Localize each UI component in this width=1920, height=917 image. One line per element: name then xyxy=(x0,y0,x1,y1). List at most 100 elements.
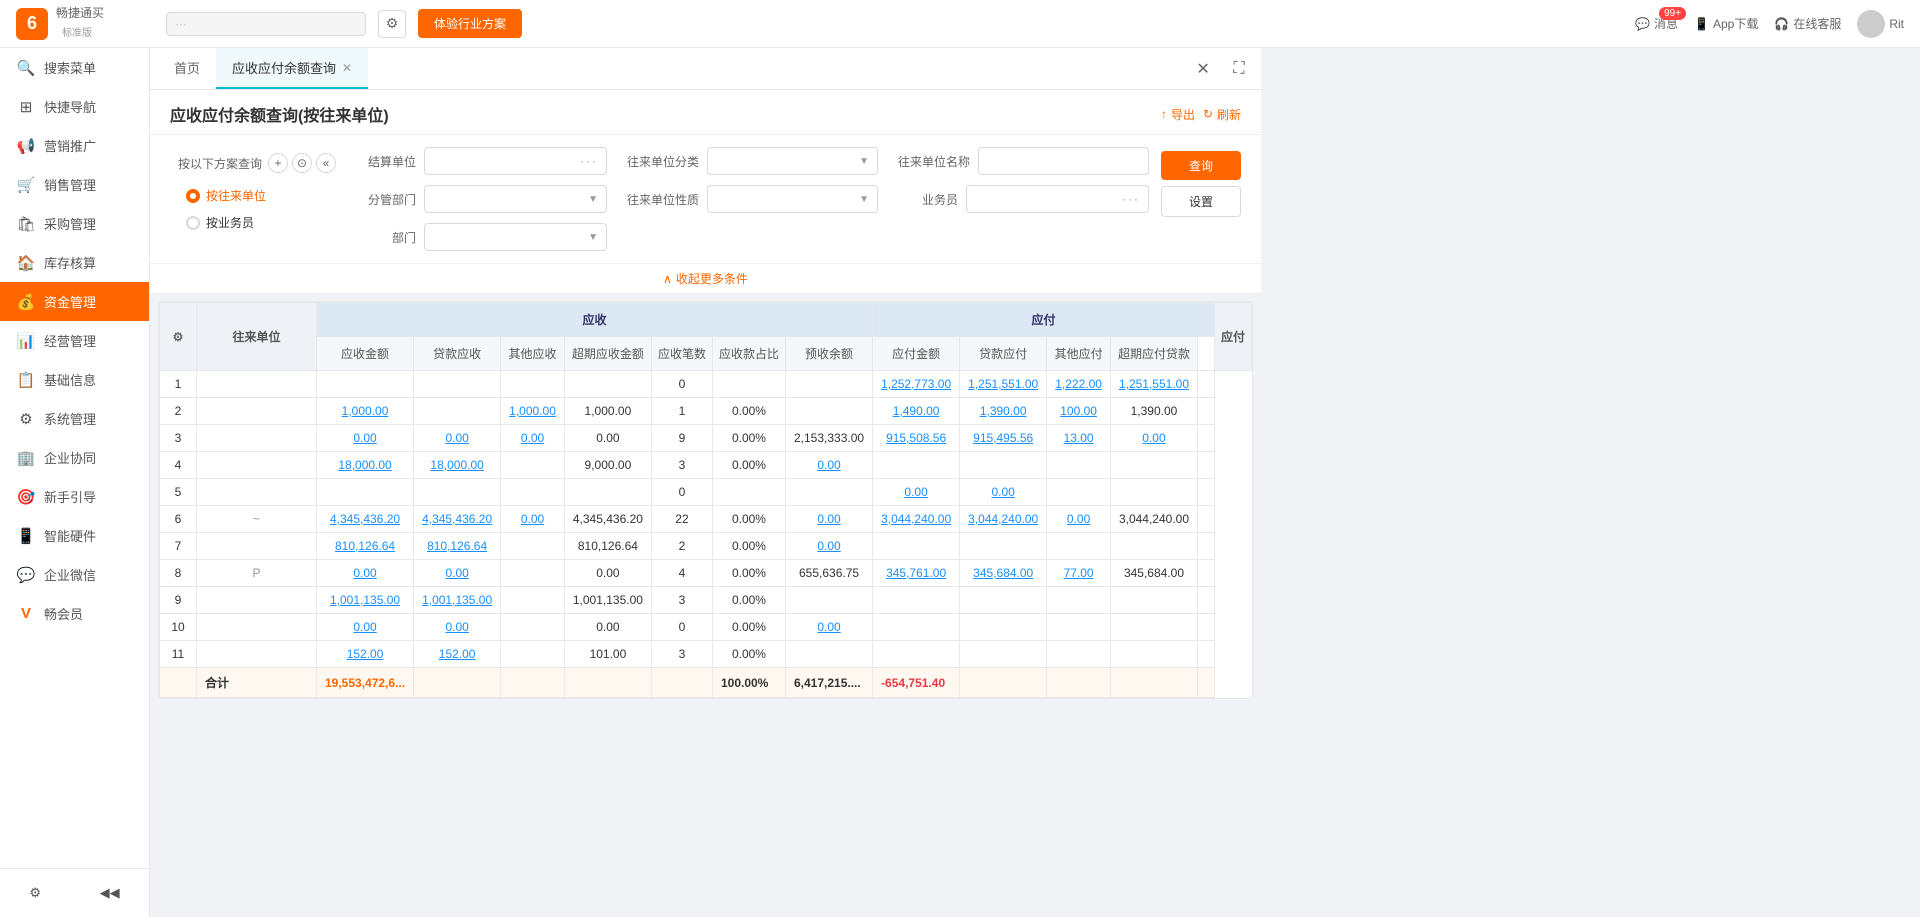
filter-option-by-unit[interactable]: 按往来单位 xyxy=(178,183,344,208)
ap-other[interactable]: 1,222.00 xyxy=(1047,371,1111,398)
add-filter-btn[interactable]: + xyxy=(268,153,288,173)
ar-loan[interactable]: 0.00 xyxy=(414,560,501,587)
ap-overdue[interactable]: 0.00 xyxy=(1110,425,1197,452)
ap-other[interactable]: 13.00 xyxy=(1047,425,1111,452)
ar-ratio: 0.00% xyxy=(712,452,785,479)
sidebar-item-quick-nav[interactable]: ⊞ 快捷导航 xyxy=(0,87,149,126)
ap-other[interactable]: 0.00 xyxy=(1047,506,1111,533)
sidebar-bottom-settings[interactable]: ⚙ xyxy=(13,877,57,909)
ar-amount[interactable]: 0.00 xyxy=(317,425,414,452)
expand-filter-btn[interactable]: « xyxy=(316,153,336,173)
sidebar-item-marketing[interactable]: 📢 营销推广 xyxy=(0,126,149,165)
tab-home[interactable]: 首页 xyxy=(158,48,216,89)
app-download-item[interactable]: 📱 App下载 xyxy=(1694,15,1758,32)
sidebar-item-finance[interactable]: 💰 资金管理 xyxy=(0,282,149,321)
sidebar-item-corp-collab[interactable]: 🏢 企业协同 xyxy=(0,438,149,477)
ar-amount[interactable]: 4,345,436.20 xyxy=(317,506,414,533)
refresh-button[interactable]: ↻ 刷新 xyxy=(1203,106,1241,123)
ar-overdue: 0.00 xyxy=(564,560,651,587)
sidebar-item-inventory[interactable]: 🏠 库存核算 xyxy=(0,243,149,282)
ar-other[interactable]: 0.00 xyxy=(501,425,565,452)
filter-row-dept: 部门 ▼ xyxy=(356,223,607,251)
salesperson-input[interactable]: ··· xyxy=(966,185,1149,213)
ap-other[interactable]: 100.00 xyxy=(1047,398,1111,425)
sidebar-item-label: 资金管理 xyxy=(44,292,96,311)
solution-button[interactable]: 体验行业方案 xyxy=(418,9,522,38)
ar-loan[interactable]: 18,000.00 xyxy=(414,452,501,479)
ap-loan[interactable]: 1,390.00 xyxy=(960,398,1047,425)
ap-loan[interactable]: 345,684.00 xyxy=(960,560,1047,587)
export-button[interactable]: ↑ 导出 xyxy=(1161,106,1195,123)
ar-amount[interactable]: 810,126.64 xyxy=(317,533,414,560)
close-window-btn[interactable]: ✕ xyxy=(1189,55,1217,83)
ar-other xyxy=(501,533,565,560)
sidebar-collapse-btn[interactable]: ◀◀ xyxy=(84,877,136,909)
sidebar-item-search-menu[interactable]: 🔍 搜索菜单 xyxy=(0,48,149,87)
filter-option-by-employee[interactable]: 按业务员 xyxy=(178,210,344,235)
ar-amount[interactable]: 1,000.00 xyxy=(317,398,414,425)
ar-amount[interactable]: 1,001,135.00 xyxy=(317,587,414,614)
ar-overdue: 0.00 xyxy=(564,425,651,452)
sidebar-item-purchase[interactable]: 🛍 采购管理 xyxy=(0,204,149,243)
ap-loan[interactable]: 0.00 xyxy=(960,479,1047,506)
ar-amount[interactable]: 0.00 xyxy=(317,560,414,587)
ar-loan[interactable]: 0.00 xyxy=(414,425,501,452)
ap-amount[interactable]: 0.00 xyxy=(873,479,960,506)
ar-amount[interactable]: 18,000.00 xyxy=(317,452,414,479)
ap-amount xyxy=(873,587,960,614)
sidebar-item-corp-wechat[interactable]: 💬 企业微信 xyxy=(0,555,149,594)
dept-head-input[interactable]: ▼ xyxy=(424,185,607,213)
ap-amount[interactable]: 3,044,240.00 xyxy=(873,506,960,533)
ap-amount[interactable]: 345,761.00 xyxy=(873,560,960,587)
sidebar-item-smart-hw[interactable]: 📱 智能硬件 xyxy=(0,516,149,555)
online-service-item[interactable]: 🎧 在线客服 xyxy=(1774,15,1841,32)
collapse-bar[interactable]: ∧ 收起更多条件 xyxy=(150,263,1261,293)
unit-category-input[interactable]: ▼ xyxy=(707,147,878,175)
dept-input[interactable]: ▼ xyxy=(424,223,607,251)
ar-loan[interactable]: 0.00 xyxy=(414,614,501,641)
tab-close-icon[interactable]: ✕ xyxy=(342,61,352,75)
table-settings-icon[interactable]: ⚙ xyxy=(166,325,190,349)
unit-nature-input[interactable]: ▼ xyxy=(707,185,878,213)
ap-loan[interactable]: 3,044,240.00 xyxy=(960,506,1047,533)
table-row: 11 152.00 152.00 101.00 3 0.00% xyxy=(160,641,1252,668)
ap-overdue[interactable]: 1,251,551.00 xyxy=(1110,371,1197,398)
unit-name-input[interactable] xyxy=(978,147,1149,175)
sidebar-item-guide[interactable]: 🎯 新手引导 xyxy=(0,477,149,516)
settlement-input[interactable]: ··· xyxy=(424,147,607,175)
ar-prepaid[interactable]: 0.00 xyxy=(785,452,872,479)
ap-amount[interactable]: 1,252,773.00 xyxy=(873,371,960,398)
ap-amount[interactable]: 1,490.00 xyxy=(873,398,960,425)
messages-item[interactable]: 💬 消息 99+ xyxy=(1635,15,1678,32)
expand-window-btn[interactable]: ⛶ xyxy=(1225,55,1253,83)
ar-prepaid[interactable]: 0.00 xyxy=(785,614,872,641)
ar-amount[interactable]: 0.00 xyxy=(317,614,414,641)
ar-loan[interactable]: 1,001,135.00 xyxy=(414,587,501,614)
sidebar-item-vip[interactable]: V 畅会员 xyxy=(0,594,149,633)
ar-count: 4 xyxy=(651,560,712,587)
search-menu-icon: 🔍 xyxy=(16,59,36,77)
ar-other[interactable]: 0.00 xyxy=(501,506,565,533)
sidebar-item-label: 采购管理 xyxy=(44,214,96,233)
ar-loan[interactable]: 152.00 xyxy=(414,641,501,668)
ap-loan[interactable]: 915,495.56 xyxy=(960,425,1047,452)
user-info[interactable]: Rit xyxy=(1857,10,1904,38)
ap-other[interactable]: 77.00 xyxy=(1047,560,1111,587)
sidebar-item-basic-info[interactable]: 📋 基础信息 xyxy=(0,360,149,399)
ar-loan[interactable]: 4,345,436.20 xyxy=(414,506,501,533)
ap-loan[interactable]: 1,251,551.00 xyxy=(960,371,1047,398)
ar-loan[interactable]: 810,126.64 xyxy=(414,533,501,560)
query-button[interactable]: 查询 xyxy=(1161,151,1241,180)
sidebar-item-operations[interactable]: 📊 经营管理 xyxy=(0,321,149,360)
tab-ar-ap[interactable]: 应收应付余额查询 ✕ xyxy=(216,48,368,89)
target-filter-btn[interactable]: ⊙ xyxy=(292,153,312,173)
settings-icon[interactable]: ⚙ xyxy=(378,10,406,38)
sidebar-item-system[interactable]: ⚙ 系统管理 xyxy=(0,399,149,438)
settings-button[interactable]: 设置 xyxy=(1161,186,1241,217)
ar-other[interactable]: 1,000.00 xyxy=(501,398,565,425)
ap-amount[interactable]: 915,508.56 xyxy=(873,425,960,452)
ar-amount[interactable]: 152.00 xyxy=(317,641,414,668)
ar-prepaid[interactable]: 0.00 xyxy=(785,533,872,560)
ar-prepaid[interactable]: 0.00 xyxy=(785,506,872,533)
sidebar-item-sales[interactable]: 🛒 销售管理 xyxy=(0,165,149,204)
